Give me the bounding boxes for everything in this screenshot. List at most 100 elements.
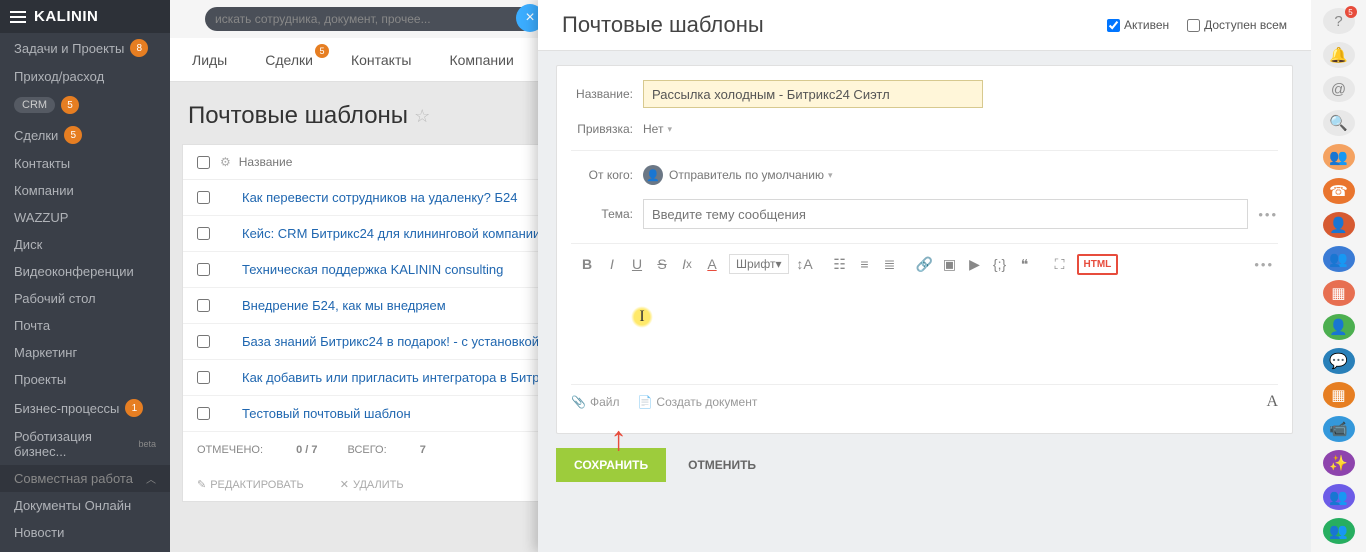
rail-contact-7-icon[interactable]: 💬 xyxy=(1323,348,1355,374)
row-checkbox[interactable] xyxy=(197,227,210,240)
active-checkbox[interactable]: Активен xyxy=(1107,18,1169,32)
rail-contact-3-icon[interactable]: 👤 xyxy=(1323,212,1355,238)
sidebar-item[interactable]: WAZZUP xyxy=(0,204,170,231)
sidebar-item[interactable]: Видеоконференции xyxy=(0,258,170,285)
gear-icon[interactable]: ⚙ xyxy=(220,155,231,169)
from-label: От кого: xyxy=(571,168,643,182)
link-icon[interactable]: 🔗 xyxy=(913,252,937,276)
sidebar-item[interactable]: Маркетинг xyxy=(0,339,170,366)
annotation-arrow-save: ↑ xyxy=(610,420,627,459)
font-select[interactable]: Шрифт ▾ xyxy=(729,254,789,274)
template-name-input[interactable] xyxy=(643,80,983,108)
quote-icon[interactable]: ❝ xyxy=(1013,252,1037,276)
bind-dropdown[interactable]: Нет xyxy=(643,122,672,136)
crm-tab[interactable]: Контакты xyxy=(347,40,415,80)
sidebar-item[interactable]: Рабочий стол xyxy=(0,285,170,312)
sidebar-item[interactable]: Задачи и Проекты8 xyxy=(0,33,170,63)
rail-contact-6-icon[interactable]: 👤 xyxy=(1323,314,1355,340)
row-checkbox[interactable] xyxy=(197,299,210,312)
rail-contact-12-icon[interactable]: 👥 xyxy=(1323,518,1355,544)
subject-more-icon[interactable]: ••• xyxy=(1258,207,1278,222)
editor-content-area[interactable]: I xyxy=(571,284,1278,384)
sender-avatar-icon: 👤 xyxy=(643,165,663,185)
unordered-list-icon[interactable]: ≡ xyxy=(853,252,877,276)
checked-label: ОТМЕЧЕНО: xyxy=(197,444,263,456)
available-all-checkbox[interactable]: Доступен всем xyxy=(1187,18,1287,32)
italic-icon[interactable]: I xyxy=(600,252,624,276)
favorite-star-icon[interactable]: ☆ xyxy=(414,106,430,127)
underline-icon[interactable]: U xyxy=(625,252,649,276)
template-link[interactable]: Техническая поддержка KALININ consulting xyxy=(242,262,503,277)
sidebar-item[interactable]: Проекты xyxy=(0,366,170,393)
rail-bell-icon[interactable]: 🔔 xyxy=(1323,42,1355,68)
row-checkbox[interactable] xyxy=(197,335,210,348)
logo-row: KALININ xyxy=(0,0,170,33)
rail-contact-2-icon[interactable]: ☎ xyxy=(1323,178,1355,204)
rail-contact-8-icon[interactable]: ▦ xyxy=(1323,382,1355,408)
sidebar-item[interactable]: Новости xyxy=(0,519,170,546)
row-checkbox[interactable] xyxy=(197,407,210,420)
create-doc-button[interactable]: 📄Создать документ xyxy=(637,395,757,409)
panel-header: Почтовые шаблоны Активен Доступен всем xyxy=(538,0,1311,51)
sidebar-item[interactable]: Почта xyxy=(0,312,170,339)
sidebar-item[interactable]: Диск xyxy=(0,231,170,258)
sidebar-item[interactable]: Бизнес-процессы1 xyxy=(0,393,170,423)
align-icon[interactable]: ≣ xyxy=(878,252,902,276)
rail-at-icon[interactable]: @ xyxy=(1323,76,1355,102)
rail-contact-1-icon[interactable]: 👥 xyxy=(1323,144,1355,170)
rail-contact-5-icon[interactable]: ▦ xyxy=(1323,280,1355,306)
sidebar-item[interactable]: Роботизация бизнес...beta xyxy=(0,423,170,465)
delete-action[interactable]: ✕УДАЛИТЬ xyxy=(340,478,422,491)
sidebar-item[interactable]: Документы Онлайн xyxy=(0,492,170,519)
editor-toolbar: B I U S Ix A Шрифт ▾ ↕A ☷ ≡ ≣ 🔗 ▣ ▶ {;} … xyxy=(571,243,1278,276)
template-link[interactable]: Как перевести сотрудников на удаленку? Б… xyxy=(242,190,518,205)
row-checkbox[interactable] xyxy=(197,263,210,276)
toolbar-more-icon[interactable]: ••• xyxy=(1254,257,1274,272)
sidebar-item[interactable]: Контакты xyxy=(0,150,170,177)
rail-contact-11-icon[interactable]: 👥 xyxy=(1323,484,1355,510)
crm-tab[interactable]: Лиды xyxy=(188,40,231,80)
edit-action[interactable]: ✎РЕДАКТИРОВАТЬ xyxy=(197,478,322,491)
sidebar-item-crm[interactable]: CRM5 xyxy=(0,90,170,120)
template-link[interactable]: Тестовый почтовый шаблон xyxy=(242,406,411,421)
template-link[interactable]: Внедрение Б24, как мы внедряем xyxy=(242,298,446,313)
crm-tab[interactable]: Компании xyxy=(445,40,517,80)
sidebar-item[interactable]: Приход/расход xyxy=(0,63,170,90)
from-dropdown[interactable]: Отправитель по умолчанию xyxy=(669,168,833,182)
html-source-button[interactable]: HTML xyxy=(1077,254,1119,275)
clear-format-icon[interactable]: Ix xyxy=(675,252,699,276)
font-size-icon[interactable]: ↕A xyxy=(793,252,817,276)
cancel-button[interactable]: ОТМЕНИТЬ xyxy=(676,448,768,482)
row-checkbox[interactable] xyxy=(197,371,210,384)
sidebar-item[interactable]: Приложения﹀ xyxy=(0,546,170,552)
text-color-icon[interactable]: A xyxy=(700,252,724,276)
rail-contact-10-icon[interactable]: ✨ xyxy=(1323,450,1355,476)
code-icon[interactable]: {;} xyxy=(988,252,1012,276)
name-label: Название: xyxy=(571,87,643,101)
subject-input[interactable] xyxy=(643,199,1248,229)
video-icon[interactable]: ▶ xyxy=(963,252,987,276)
strike-icon[interactable]: S xyxy=(650,252,674,276)
rail-search-icon[interactable]: 🔍 xyxy=(1323,110,1355,136)
crm-tab[interactable]: Сделки5 xyxy=(261,40,317,80)
ordered-list-icon[interactable]: ☷ xyxy=(828,252,852,276)
row-checkbox[interactable] xyxy=(197,191,210,204)
sidebar-item[interactable]: Сделки5 xyxy=(0,120,170,150)
rail-contact-4-icon[interactable]: 👥 xyxy=(1323,246,1355,272)
template-link[interactable]: Кейс: CRM Битрикс24 для клининговой комп… xyxy=(242,226,540,241)
font-toggle-icon[interactable]: A xyxy=(1266,393,1278,411)
sidebar-item[interactable]: Компании xyxy=(0,177,170,204)
select-all-checkbox[interactable] xyxy=(197,156,210,169)
template-link[interactable]: Как добавить или пригласить интегратора … xyxy=(242,370,573,385)
bold-icon[interactable]: B xyxy=(575,252,599,276)
page-title: Почтовые шаблоны xyxy=(188,102,408,130)
hamburger-icon[interactable] xyxy=(10,11,26,23)
attach-file-button[interactable]: 📎Файл xyxy=(571,395,619,409)
rail-contact-9-icon[interactable]: 📹 xyxy=(1323,416,1355,442)
image-icon[interactable]: ▣ xyxy=(938,252,962,276)
sidebar-item[interactable]: Совместная работа︿ xyxy=(0,465,170,492)
left-sidebar: KALININ Задачи и Проекты8Приход/расходCR… xyxy=(0,0,170,552)
fullscreen-icon[interactable]: ⛶ xyxy=(1048,252,1072,276)
global-search[interactable]: искать сотрудника, документ, прочее... xyxy=(205,7,535,31)
rail-help-icon[interactable]: ?5 xyxy=(1323,8,1355,34)
